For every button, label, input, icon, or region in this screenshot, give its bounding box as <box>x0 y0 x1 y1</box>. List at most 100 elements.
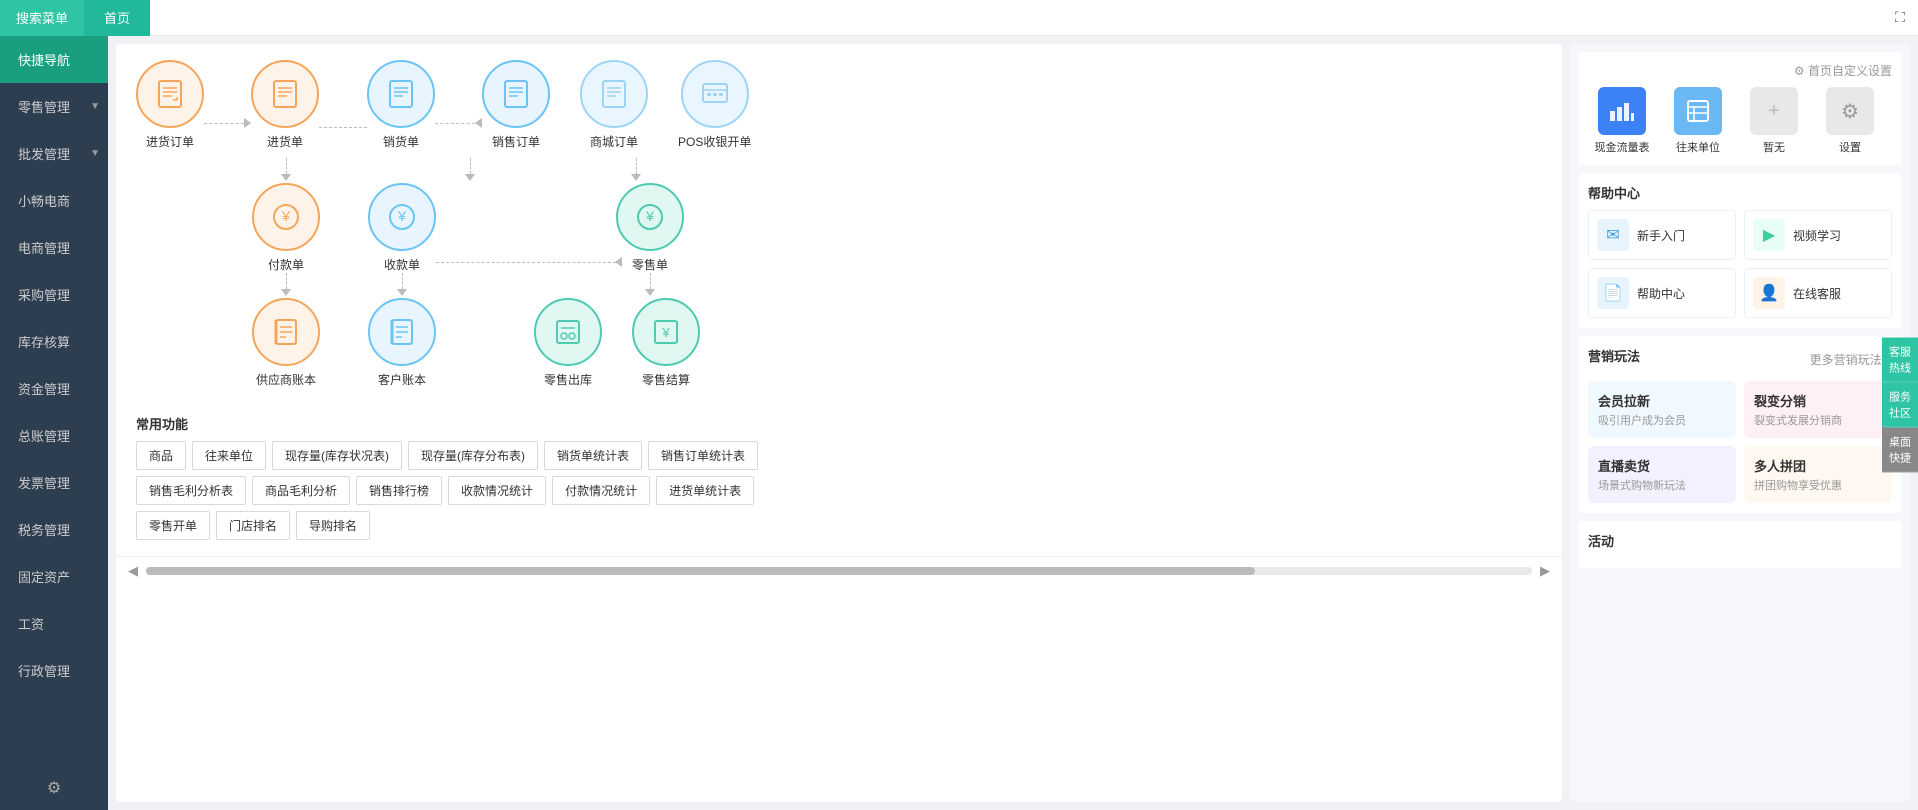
quick-icon-none[interactable]: + 暂无 <box>1740 87 1808 155</box>
func-btn-payment-stat[interactable]: 付款情况统计 <box>552 476 650 505</box>
func-btn-purchase-stat[interactable]: 进货单统计表 <box>656 476 754 505</box>
func-btn-sales-stat[interactable]: 销货单统计表 <box>544 441 642 470</box>
help-center-section: 帮助中心 ✉ 新手入门 ▶ 视频学习 📄 帮助中心 <box>1578 173 1902 328</box>
flow-node-jhdj[interactable]: 进货订单 <box>136 60 204 150</box>
help-item-service[interactable]: 👤 在线客服 <box>1744 268 1892 318</box>
fission-title: 裂变分销 <box>1754 391 1882 410</box>
float-btn-community[interactable]: 服务社区 <box>1882 383 1918 428</box>
flow-node-lsck[interactable]: 零售出库 <box>534 298 602 388</box>
func-btn-order-stat[interactable]: 销售订单统计表 <box>648 441 758 470</box>
flow-label-fkd: 付款单 <box>268 256 304 273</box>
quick-icon-settings[interactable]: ⚙ 设置 <box>1816 87 1884 155</box>
marketing-section: 营销玩法 更多营销玩法 > 会员拉新 吸引用户成为会员 裂变分销 裂变式发展分销… <box>1578 336 1902 513</box>
sidebar-label-invoice: 发票管理 <box>18 473 70 492</box>
marketing-item-group[interactable]: 多人拼团 拼团购物享受优惠 <box>1744 446 1892 503</box>
flow-node-skd[interactable]: ¥ 收款单 <box>368 183 436 273</box>
marketing-item-live[interactable]: 直播卖货 场景式购物新玩法 <box>1588 446 1736 503</box>
home-tab[interactable]: 首页 <box>84 0 150 36</box>
func-btn-retail-order[interactable]: 零售开单 <box>136 511 210 540</box>
flow-node-pos[interactable]: POS收银开单 <box>678 60 751 150</box>
flow-node-fkd[interactable]: ¥ 付款单 <box>252 183 320 273</box>
flow-diagram: 进货订单 进货单 <box>116 44 1562 404</box>
quick-access-section: ⚙ 首页自定义设置 现金流量表 往 <box>1578 52 1902 165</box>
flow-node-xsdj[interactable]: 销售订单 <box>482 60 550 150</box>
sidebar-label-salary: 工资 <box>18 614 44 633</box>
flow-node-gyskb[interactable]: 供应商账本 <box>252 298 320 388</box>
flow-node-xhd[interactable]: 销货单 <box>367 60 435 150</box>
sidebar-item-assets[interactable]: 固定资产 <box>0 553 108 600</box>
common-func-title: 常用功能 <box>136 414 1542 433</box>
top-bar: 搜索菜单 首页 ⛶ <box>0 0 1918 36</box>
sidebar-item-ledger[interactable]: 总账管理 <box>0 412 108 459</box>
func-btn-goods-profit[interactable]: 商品毛利分析 <box>252 476 350 505</box>
group-sub: 拼团购物享受优惠 <box>1754 477 1882 493</box>
sidebar-item-admin[interactable]: 行政管理 <box>0 647 108 694</box>
svg-text:¥: ¥ <box>397 208 406 224</box>
help-item-help[interactable]: 📄 帮助中心 <box>1588 268 1736 318</box>
sidebar-item-finance[interactable]: 资金管理 <box>0 365 108 412</box>
sidebar-item-quicknav[interactable]: 快捷导航 <box>0 36 108 83</box>
customize-button[interactable]: ⚙ 首页自定义设置 <box>1794 62 1892 79</box>
func-btn-sales-rank[interactable]: 销售排行榜 <box>356 476 442 505</box>
fullscreen-button[interactable]: ⛶ <box>1882 0 1918 36</box>
scroll-left-arrow[interactable]: ◀ <box>124 561 142 581</box>
help-item-video[interactable]: ▶ 视频学习 <box>1744 210 1892 260</box>
video-icon: ▶ <box>1753 219 1785 251</box>
sidebar-item-purchase[interactable]: 采购管理 <box>0 271 108 318</box>
quick-icons-list: 现金流量表 往来单位 + 暂无 <box>1588 87 1892 155</box>
sidebar-item-ecommerce1[interactable]: 小畅电商 <box>0 177 108 224</box>
func-btn-profit-analysis[interactable]: 销售毛利分析表 <box>136 476 246 505</box>
arrow-icon-retail: ▼ <box>90 101 100 112</box>
float-btn-desktop[interactable]: 桌面快捷 <box>1882 428 1918 473</box>
marketing-item-fission[interactable]: 裂变分销 裂变式发展分销商 <box>1744 381 1892 438</box>
fission-sub: 裂变式发展分销商 <box>1754 412 1882 428</box>
svg-text:¥: ¥ <box>661 325 670 340</box>
sidebar-item-invoice[interactable]: 发票管理 <box>0 459 108 506</box>
sidebar-label-ledger: 总账管理 <box>18 426 70 445</box>
flow-node-jhd[interactable]: 进货单 <box>251 60 319 150</box>
settings-icon: ⚙ <box>1826 87 1874 135</box>
scroll-track[interactable] <box>146 567 1532 575</box>
scroll-right-arrow[interactable]: ▶ <box>1536 561 1554 581</box>
quick-icon-cashflow[interactable]: 现金流量表 <box>1588 87 1656 155</box>
flow-node-scdd[interactable]: 商城订单 <box>580 60 648 150</box>
flow-node-lsjs[interactable]: ¥ 零售结算 <box>632 298 700 388</box>
flow-icon-scdd <box>580 60 648 128</box>
sidebar-label-retail: 零售管理 <box>18 97 70 116</box>
func-btn-receipt-stat[interactable]: 收款情况统计 <box>448 476 546 505</box>
sidebar-item-salary[interactable]: 工资 <box>0 600 108 647</box>
func-btn-guide-rank[interactable]: 导购排名 <box>296 511 370 540</box>
sidebar-item-inventory[interactable]: 库存核算 <box>0 318 108 365</box>
sidebar-item-tax[interactable]: 税务管理 <box>0 506 108 553</box>
float-buttons: 客服热线 服务社区 桌面快捷 <box>1882 338 1918 473</box>
func-row-3: 零售开单 门店排名 导购排名 <box>136 511 1542 540</box>
flow-node-khzb[interactable]: 客户账本 <box>368 298 436 388</box>
marketing-title: 营销玩法 <box>1588 346 1640 365</box>
flow-label-skd: 收款单 <box>384 256 420 273</box>
func-btn-contacts[interactable]: 往来单位 <box>192 441 266 470</box>
sidebar-item-wholesale[interactable]: 批发管理 ▼ <box>0 130 108 177</box>
sidebar-label-admin: 行政管理 <box>18 661 70 680</box>
sidebar-label-quicknav: 快捷导航 <box>18 50 70 69</box>
quick-icon-contacts[interactable]: 往来单位 <box>1664 87 1732 155</box>
marketing-item-member[interactable]: 会员拉新 吸引用户成为会员 <box>1588 381 1736 438</box>
func-btn-stock2[interactable]: 现存量(库存分布表) <box>408 441 538 470</box>
float-btn-service[interactable]: 客服热线 <box>1882 338 1918 383</box>
help-item-beginner[interactable]: ✉ 新手入门 <box>1588 210 1736 260</box>
flow-node-lsd[interactable]: ¥ 零售单 <box>616 183 684 273</box>
func-btn-stock1[interactable]: 现存量(库存状况表) <box>272 441 402 470</box>
search-menu-button[interactable]: 搜索菜单 <box>0 0 84 36</box>
arrow-jhdj-jhd <box>204 118 251 150</box>
flow-icon-lsjs: ¥ <box>632 298 700 366</box>
sidebar-item-ecommerce2[interactable]: 电商管理 <box>0 224 108 271</box>
help-center-title: 帮助中心 <box>1588 183 1892 202</box>
flow-label-pos: POS收银开单 <box>678 133 751 150</box>
func-btn-store-rank[interactable]: 门店排名 <box>216 511 290 540</box>
sidebar-gear-icon[interactable]: ⚙ <box>47 778 61 798</box>
member-sub: 吸引用户成为会员 <box>1598 412 1726 428</box>
more-marketing-link[interactable]: 更多营销玩法 > <box>1810 351 1892 368</box>
func-btn-goods[interactable]: 商品 <box>136 441 186 470</box>
sidebar-item-retail[interactable]: 零售管理 ▼ <box>0 83 108 130</box>
flow-label-jhd: 进货单 <box>267 133 303 150</box>
none-icon: + <box>1750 87 1798 135</box>
